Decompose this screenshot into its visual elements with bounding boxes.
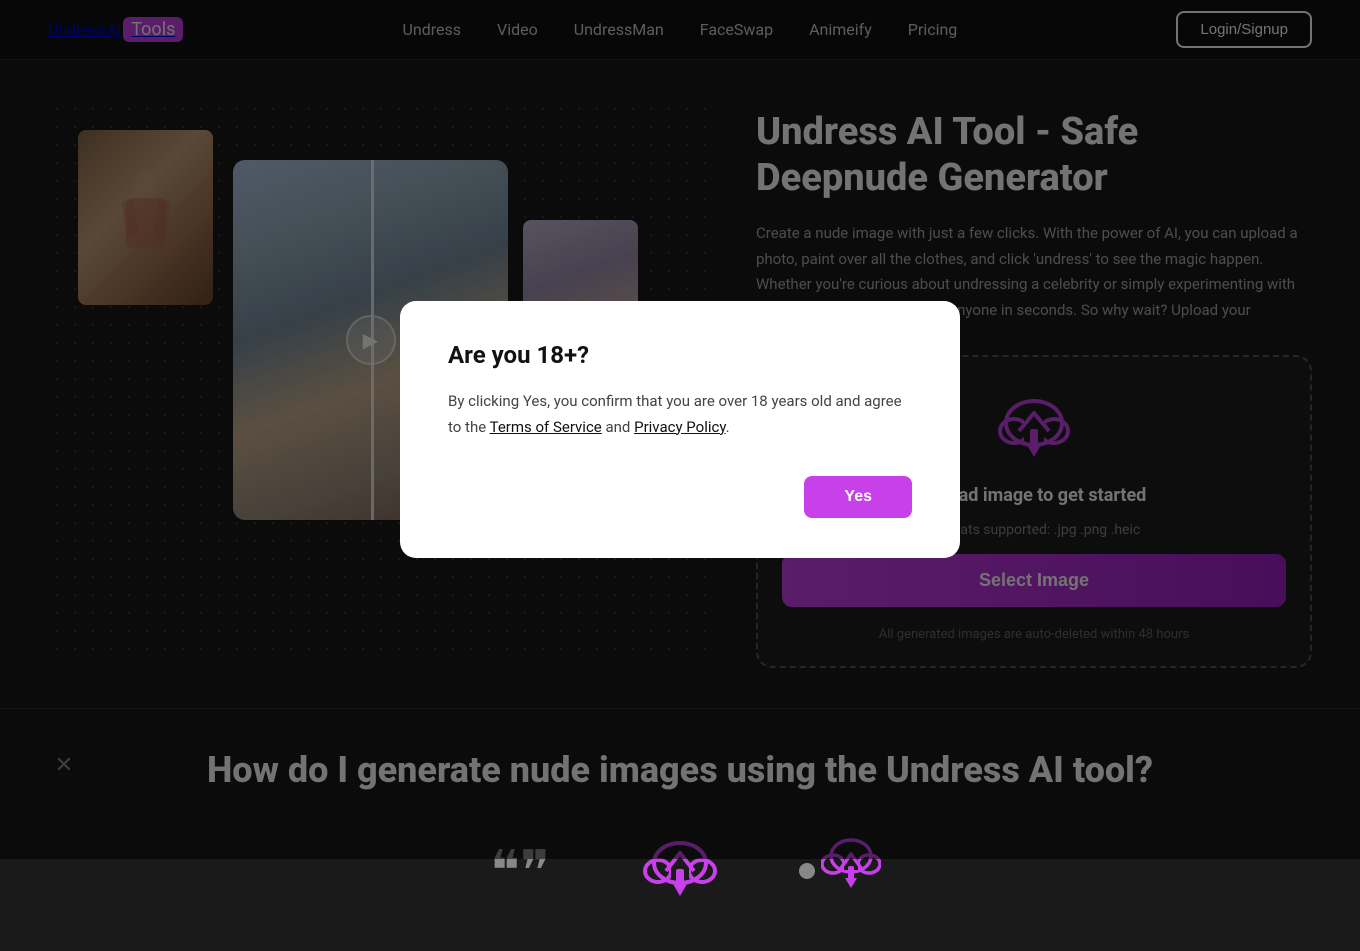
terms-of-service-link[interactable]: Terms of Service	[490, 418, 602, 436]
privacy-policy-link[interactable]: Privacy Policy	[634, 418, 726, 436]
step-dot-left	[799, 863, 815, 879]
age-verification-modal: Are you 18+? By clicking Yes, you confir…	[400, 301, 960, 558]
modal-yes-button[interactable]: Yes	[804, 476, 912, 518]
modal-overlay: Are you 18+? By clicking Yes, you confir…	[0, 0, 1360, 859]
modal-body: By clicking Yes, you confirm that you ar…	[448, 389, 912, 440]
modal-title: Are you 18+?	[448, 341, 912, 369]
